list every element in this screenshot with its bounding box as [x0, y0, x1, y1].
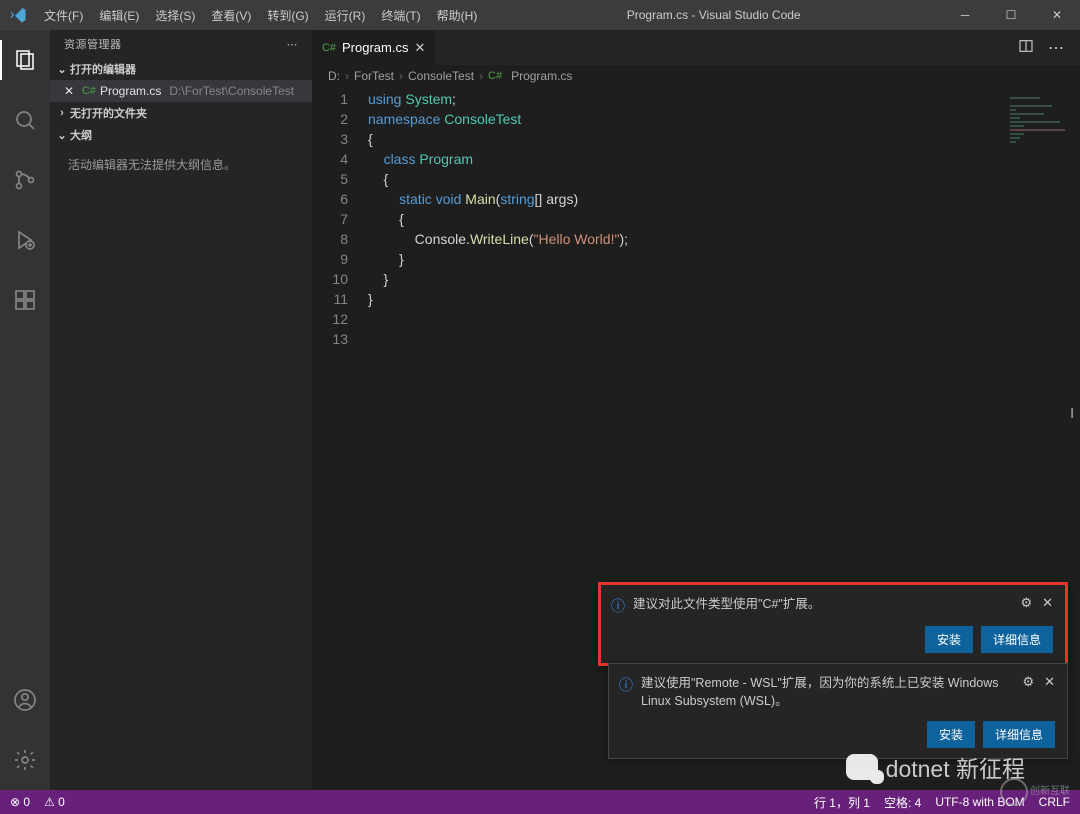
- outline-section[interactable]: ⌄大纲: [50, 124, 312, 146]
- menu-item[interactable]: 转到(G): [259, 7, 316, 24]
- status-spaces[interactable]: 空格: 4: [884, 794, 921, 811]
- menu-item[interactable]: 运行(R): [317, 7, 374, 24]
- notification-gear-icon[interactable]: ⚙: [1022, 674, 1034, 690]
- status-eol[interactable]: CRLF: [1039, 795, 1070, 809]
- notification-wsl: ⓘ 建议使用"Remote - WSL"扩展，因为你的系统上已安装 Window…: [608, 663, 1068, 760]
- menu-item[interactable]: 选择(S): [147, 7, 203, 24]
- csharp-file-icon: C#: [82, 84, 96, 98]
- text-cursor-icon: I: [1070, 404, 1074, 424]
- status-encoding[interactable]: UTF-8 with BOM: [935, 795, 1024, 809]
- notification-text: 建议对此文件类型使用"C#"扩展。: [633, 595, 1012, 614]
- notification-gear-icon[interactable]: ⚙: [1020, 595, 1032, 611]
- open-editors-section[interactable]: ⌄打开的编辑器: [50, 58, 312, 80]
- notification-close-icon[interactable]: ✕: [1044, 674, 1055, 690]
- editor-tab[interactable]: C# Program.cs ✕: [312, 30, 436, 65]
- maximize-button[interactable]: ☐: [988, 0, 1034, 30]
- extensions-icon[interactable]: [0, 280, 50, 320]
- accounts-icon[interactable]: [0, 680, 50, 720]
- menu-item[interactable]: 查看(V): [203, 7, 259, 24]
- install-button[interactable]: 安装: [927, 721, 975, 748]
- source-control-icon[interactable]: [0, 160, 50, 200]
- breadcrumb-item[interactable]: ForTest: [354, 69, 394, 83]
- sidebar-title: 资源管理器: [64, 36, 122, 52]
- run-debug-icon[interactable]: [0, 220, 50, 260]
- csharp-file-icon: C#: [322, 41, 336, 55]
- settings-gear-icon[interactable]: [0, 740, 50, 780]
- breadcrumb-item[interactable]: Program.cs: [511, 69, 572, 83]
- details-button[interactable]: 详细信息: [983, 721, 1055, 748]
- open-editor-item[interactable]: ✕ C# Program.cs D:\ForTest\ConsoleTest: [50, 80, 312, 102]
- minimap[interactable]: [1010, 95, 1070, 145]
- menu-item[interactable]: 终端(T): [373, 7, 428, 24]
- more-actions-icon[interactable]: ⋯: [1048, 38, 1064, 58]
- menu-item[interactable]: 编辑(E): [91, 7, 147, 24]
- info-icon: ⓘ: [619, 675, 633, 695]
- close-tab-icon[interactable]: ✕: [414, 40, 425, 56]
- notification-csharp: ⓘ 建议对此文件类型使用"C#"扩展。 ⚙ ✕ 安装 详细信息: [598, 582, 1068, 666]
- status-bar: ⊗ 0 ⚠ 0 行 1，列 1 空格: 4 UTF-8 with BOM CRL…: [0, 790, 1080, 814]
- status-errors[interactable]: ⊗ 0: [10, 795, 30, 809]
- no-folder-section[interactable]: ›无打开的文件夹: [50, 102, 312, 124]
- line-numbers: 12345678910111213: [312, 87, 368, 790]
- open-file-name: Program.cs: [100, 84, 161, 98]
- editor-tabs: C# Program.cs ✕ ⋯: [312, 30, 1080, 65]
- activity-bar: [0, 30, 50, 790]
- breadcrumb-item[interactable]: D:: [328, 69, 340, 83]
- vscode-logo-icon: [0, 6, 36, 24]
- status-position[interactable]: 行 1，列 1: [814, 794, 870, 811]
- window-title: Program.cs - Visual Studio Code: [485, 8, 942, 22]
- menu-item[interactable]: 文件(F): [36, 7, 91, 24]
- install-button[interactable]: 安装: [925, 626, 973, 653]
- info-icon: ⓘ: [611, 596, 625, 616]
- close-file-icon[interactable]: ✕: [64, 84, 78, 98]
- explorer-sidebar: 资源管理器 ⋯ ⌄打开的编辑器 ✕ C# Program.cs D:\ForTe…: [50, 30, 312, 790]
- open-file-path: D:\ForTest\ConsoleTest: [169, 84, 294, 98]
- explorer-icon[interactable]: [0, 40, 50, 80]
- split-editor-icon[interactable]: [1018, 38, 1034, 58]
- search-icon[interactable]: [0, 100, 50, 140]
- notification-close-icon[interactable]: ✕: [1042, 595, 1053, 611]
- tab-label: Program.cs: [342, 40, 408, 55]
- notification-text: 建议使用"Remote - WSL"扩展，因为你的系统上已安装 Windows …: [641, 674, 1014, 712]
- outline-message: 活动编辑器无法提供大纲信息。: [50, 146, 312, 184]
- minimize-button[interactable]: ─: [942, 0, 988, 30]
- title-bar: 文件(F)编辑(E)选择(S)查看(V)转到(G)运行(R)终端(T)帮助(H)…: [0, 0, 1080, 30]
- menu-bar: 文件(F)编辑(E)选择(S)查看(V)转到(G)运行(R)终端(T)帮助(H): [36, 7, 485, 24]
- breadcrumb-item[interactable]: ConsoleTest: [408, 69, 474, 83]
- status-warnings[interactable]: ⚠ 0: [44, 795, 65, 809]
- menu-item[interactable]: 帮助(H): [429, 7, 486, 24]
- sidebar-more-icon[interactable]: ⋯: [287, 38, 299, 51]
- close-button[interactable]: ✕: [1034, 0, 1080, 30]
- breadcrumb[interactable]: D:›ForTest›ConsoleTest›C#Program.cs: [312, 65, 1080, 87]
- details-button[interactable]: 详细信息: [981, 626, 1053, 653]
